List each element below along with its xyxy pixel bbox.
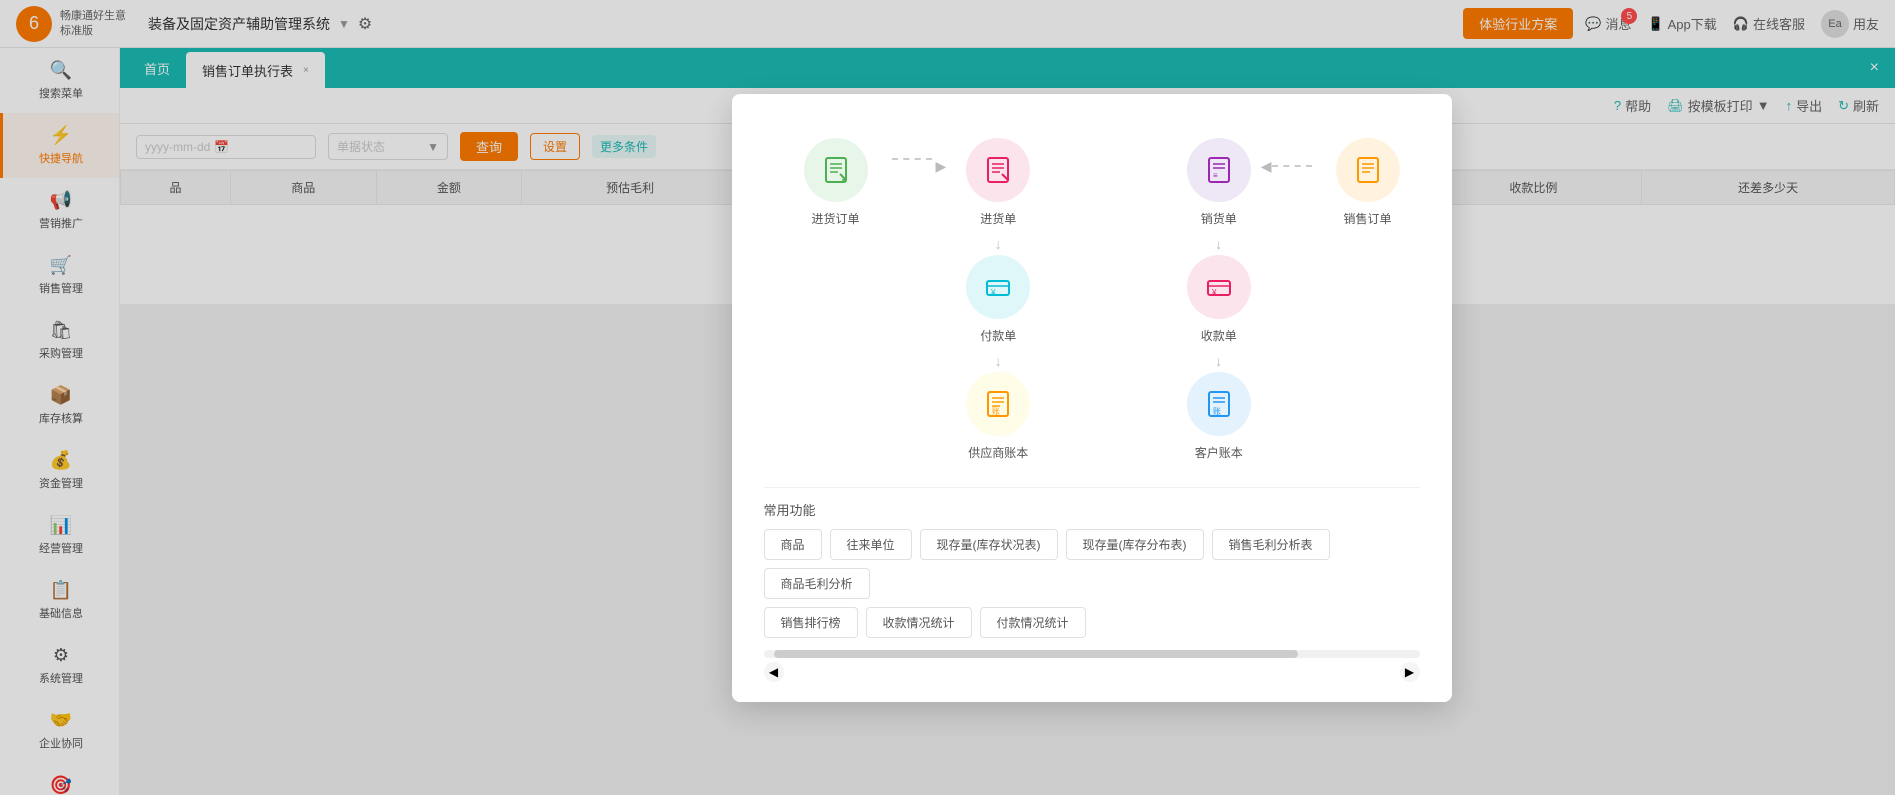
flow-node-supplier-ledger[interactable]: 账 供应商账本 (966, 372, 1030, 461)
purchase-order-label: 进货订单 (811, 210, 859, 227)
modal-scrollbar[interactable] (764, 650, 1420, 658)
sales-order-icon (1336, 138, 1400, 202)
arrow-purchase-order-to-bill (892, 158, 932, 160)
customer-ledger-icon: 账 (1187, 372, 1251, 436)
svg-text:账: 账 (1213, 407, 1221, 416)
modal-scroll-left[interactable]: ◀ (764, 662, 784, 682)
modal-nav: ◀ ▶ (764, 662, 1420, 682)
payment-bill-label: 付款单 (980, 327, 1016, 344)
common-functions-title: 常用功能 (764, 500, 1420, 519)
supplier-ledger-label: 供应商账本 (968, 444, 1028, 461)
flow-node-receipt-bill[interactable]: ¥ 收款单 (1187, 255, 1251, 344)
btn-stock-status[interactable]: 现存量(库存状况表) (920, 529, 1058, 560)
customer-ledger-label: 客户账本 (1195, 444, 1243, 461)
btn-payment-stats[interactable]: 付款情况统计 (980, 607, 1086, 638)
btn-counterpart[interactable]: 往来单位 (830, 529, 912, 560)
svg-text:≡: ≡ (1213, 171, 1218, 180)
btn-product-gross[interactable]: 商品毛利分析 (764, 568, 870, 599)
svg-text:账: 账 (992, 407, 1000, 416)
purchase-order-icon (804, 138, 868, 202)
common-functions-section: 常用功能 商品 往来单位 现存量(库存状况表) 现存量(库存分布表) 销售毛利分… (764, 487, 1420, 638)
supplier-ledger-icon: 账 (966, 372, 1030, 436)
btn-receipt-stats[interactable]: 收款情况统计 (866, 607, 972, 638)
btn-sales-ranking[interactable]: 销售排行榜 (764, 607, 858, 638)
receipt-bill-icon: ¥ (1187, 255, 1251, 319)
sales-bill-icon: ≡ (1187, 138, 1251, 202)
purchase-bill-label: 进货单 (980, 210, 1016, 227)
flow-node-purchase-bill[interactable]: 进货单 (966, 138, 1030, 227)
flow-node-customer-ledger[interactable]: 账 客户账本 (1187, 372, 1251, 461)
flow-node-sales-bill[interactable]: ≡ 销货单 (1187, 138, 1251, 227)
svg-text:¥: ¥ (1211, 288, 1217, 297)
payment-bill-icon: ¥ (966, 255, 1030, 319)
flow-node-purchase-order[interactable]: 进货订单 (804, 138, 868, 227)
svg-text:¥: ¥ (990, 288, 996, 297)
btn-product[interactable]: 商品 (764, 529, 822, 560)
sales-bill-label: 销货单 (1201, 210, 1237, 227)
btn-sales-gross[interactable]: 销售毛利分析表 (1212, 529, 1330, 560)
flow-node-payment-bill[interactable]: ¥ 付款单 (966, 255, 1030, 344)
flow-node-sales-order[interactable]: 销售订单 (1336, 138, 1400, 227)
modal-scroll-right[interactable]: ▶ (1400, 662, 1420, 682)
common-buttons-row2: 销售排行榜 收款情况统计 付款情况统计 (764, 607, 1420, 638)
receipt-bill-label: 收款单 (1201, 327, 1237, 344)
sales-order-label: 销售订单 (1343, 210, 1391, 227)
flow-guide-modal: 进货订单 ▶ 进货单 ↓ (732, 94, 1452, 702)
common-buttons-row1: 商品 往来单位 现存量(库存状况表) 现存量(库存分布表) 销售毛利分析表 商品… (764, 529, 1420, 599)
btn-stock-dist[interactable]: 现存量(库存分布表) (1066, 529, 1204, 560)
modal-scrollbar-thumb (774, 650, 1299, 658)
purchase-bill-icon (966, 138, 1030, 202)
